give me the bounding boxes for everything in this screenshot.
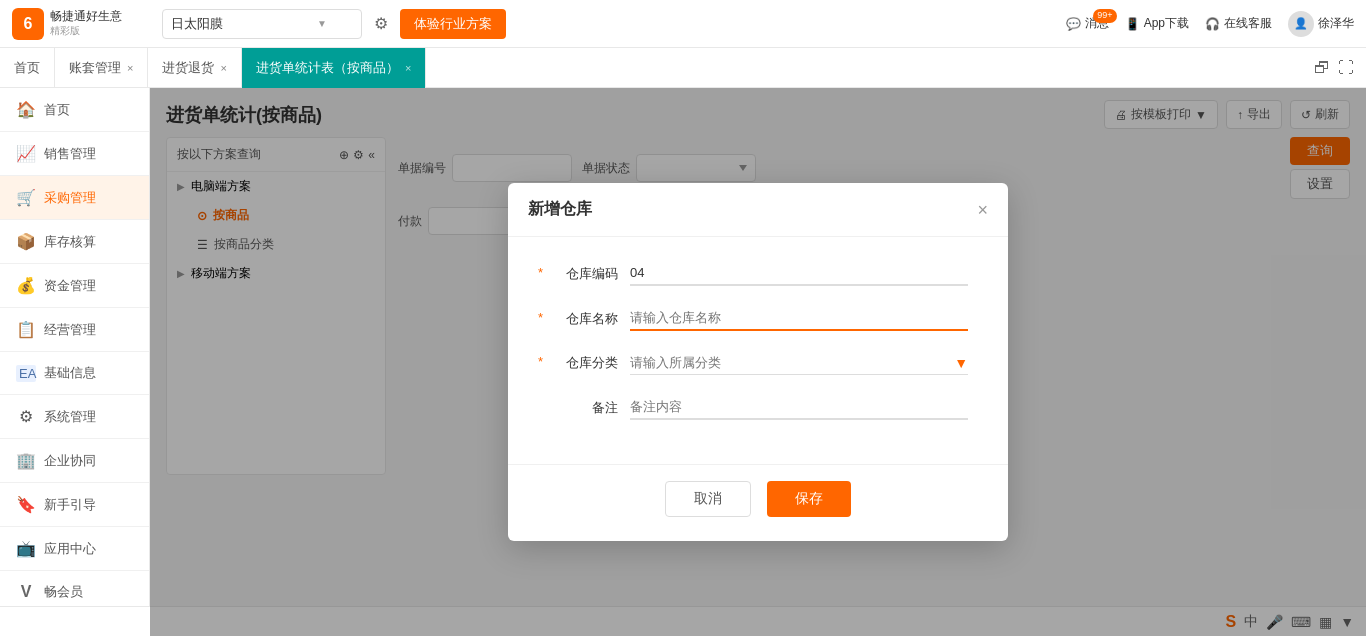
cancel-button[interactable]: 取消 bbox=[665, 481, 751, 517]
sidebar-item-home-label: 首页 bbox=[44, 101, 70, 119]
purchase-icon: 🛒 bbox=[16, 188, 36, 207]
name-label: 仓库名称 bbox=[548, 310, 618, 328]
sidebar-item-system[interactable]: ⚙ 系统管理 bbox=[0, 395, 149, 439]
sidebar-item-basic-info[interactable]: EA 基础信息 bbox=[0, 352, 149, 395]
sidebar-item-enterprise[interactable]: 🏢 企业协同 bbox=[0, 439, 149, 483]
message-icon: 💬 bbox=[1066, 17, 1081, 31]
sidebar-item-basic-info-label: 基础信息 bbox=[44, 364, 96, 382]
tab-restore-icon[interactable]: 🗗 bbox=[1314, 59, 1330, 77]
logo-area: 6 畅捷通好生意 精彩版 bbox=[12, 8, 162, 40]
remark-input[interactable] bbox=[630, 395, 968, 420]
logo-text: 畅捷通好生意 精彩版 bbox=[50, 9, 122, 39]
sidebar-item-purchase[interactable]: 🛒 采购管理 bbox=[0, 176, 149, 220]
inventory-icon: 📦 bbox=[16, 232, 36, 251]
tab-account-management[interactable]: 账套管理 × bbox=[55, 48, 148, 88]
modal-footer: 取消 保存 bbox=[508, 464, 1008, 541]
sidebar-item-inventory-label: 库存核算 bbox=[44, 233, 96, 251]
sidebar-item-finance-label: 资金管理 bbox=[44, 277, 96, 295]
tab-right-icons: 🗗 ⛶ bbox=[1314, 59, 1366, 77]
search-dropdown-icon[interactable]: ▼ bbox=[317, 18, 327, 29]
sidebar-item-membership-label: 畅会员 bbox=[44, 583, 83, 601]
category-label: 仓库分类 bbox=[548, 354, 618, 372]
sidebar-item-operations[interactable]: 📋 经营管理 bbox=[0, 308, 149, 352]
tab-purchase-return-label: 进货退货 bbox=[162, 59, 214, 77]
nav-search-box[interactable]: ▼ bbox=[162, 9, 362, 39]
content-area: 进货单统计(按商品) 🖨 按模板打印 ▼ ↑ 导出 ↺ 刷新 bbox=[150, 88, 1366, 636]
tab-purchase-stats-label: 进货单统计表（按商品） bbox=[256, 59, 399, 77]
phone-icon: 📱 bbox=[1125, 17, 1140, 31]
category-select-wrap: ▼ bbox=[630, 351, 968, 375]
online-service-nav-item[interactable]: 🎧 在线客服 bbox=[1205, 15, 1272, 32]
headset-icon: 🎧 bbox=[1205, 17, 1220, 31]
new-warehouse-modal: 新增仓库 × 仓库编码 仓库名称 仓库分类 bbox=[508, 183, 1008, 541]
sidebar: 🏠 首页 📈 销售管理 🛒 采购管理 📦 库存核算 💰 资金管理 📋 经营管理 … bbox=[0, 88, 150, 636]
settings-icon[interactable]: ⚙ bbox=[370, 10, 392, 37]
warehouse-code-input[interactable] bbox=[630, 261, 968, 286]
sidebar-item-system-label: 系统管理 bbox=[44, 408, 96, 426]
operations-icon: 📋 bbox=[16, 320, 36, 339]
sidebar-item-apps-label: 应用中心 bbox=[44, 540, 96, 558]
app-download-nav-item[interactable]: 📱 App下载 bbox=[1125, 15, 1189, 32]
modal-overlay[interactable]: 新增仓库 × 仓库编码 仓库名称 仓库分类 bbox=[150, 88, 1366, 636]
tab-bar: 首页 账套管理 × 进货退货 × 进货单统计表（按商品） × 🗗 ⛶ bbox=[0, 48, 1366, 88]
form-row-category: 仓库分类 ▼ bbox=[548, 351, 968, 375]
search-input[interactable] bbox=[171, 16, 311, 31]
close-account-tab-icon[interactable]: × bbox=[127, 62, 133, 74]
sidebar-item-finance[interactable]: 💰 资金管理 bbox=[0, 264, 149, 308]
messages-nav-item[interactable]: 💬 消息 99+ bbox=[1066, 15, 1109, 32]
guide-icon: 🔖 bbox=[16, 495, 36, 514]
enterprise-icon: 🏢 bbox=[16, 451, 36, 470]
remark-label: 备注 bbox=[548, 399, 618, 417]
user-nav-item[interactable]: 👤 徐泽华 bbox=[1288, 11, 1354, 37]
tab-fullscreen-icon[interactable]: ⛶ bbox=[1338, 59, 1354, 77]
form-row-remark: 备注 bbox=[548, 395, 968, 420]
category-input[interactable] bbox=[630, 351, 954, 374]
avatar: 👤 bbox=[1288, 11, 1314, 37]
sidebar-item-inventory[interactable]: 📦 库存核算 bbox=[0, 220, 149, 264]
apps-icon: 📺 bbox=[16, 539, 36, 558]
close-purchase-return-tab-icon[interactable]: × bbox=[220, 62, 226, 74]
tab-account-label: 账套管理 bbox=[69, 59, 121, 77]
sidebar-item-sales[interactable]: 📈 销售管理 bbox=[0, 132, 149, 176]
system-icon: ⚙ bbox=[16, 407, 36, 426]
sales-icon: 📈 bbox=[16, 144, 36, 163]
modal-title: 新增仓库 bbox=[528, 199, 592, 220]
modal-header: 新增仓库 × bbox=[508, 183, 1008, 237]
tab-home[interactable]: 首页 bbox=[0, 48, 55, 88]
basic-info-icon: EA bbox=[16, 365, 36, 382]
main-layout: 🏠 首页 📈 销售管理 🛒 采购管理 📦 库存核算 💰 资金管理 📋 经营管理 … bbox=[0, 88, 1366, 636]
sidebar-item-operations-label: 经营管理 bbox=[44, 321, 96, 339]
top-nav: 6 畅捷通好生意 精彩版 ▼ ⚙ 体验行业方案 💬 消息 99+ 📱 App下载… bbox=[0, 0, 1366, 48]
sidebar-item-guide[interactable]: 🔖 新手引导 bbox=[0, 483, 149, 527]
finance-icon: 💰 bbox=[16, 276, 36, 295]
nav-search-area: ▼ ⚙ 体验行业方案 bbox=[162, 9, 1066, 39]
home-tab-label: 首页 bbox=[14, 59, 40, 77]
sidebar-item-purchase-label: 采购管理 bbox=[44, 189, 96, 207]
sidebar-item-apps[interactable]: 📺 应用中心 bbox=[0, 527, 149, 571]
save-button[interactable]: 保存 bbox=[767, 481, 851, 517]
tab-purchase-stats[interactable]: 进货单统计表（按商品） × bbox=[242, 48, 426, 88]
close-purchase-stats-tab-icon[interactable]: × bbox=[405, 62, 411, 74]
warehouse-name-input[interactable] bbox=[630, 306, 968, 331]
sidebar-item-sales-label: 销售管理 bbox=[44, 145, 96, 163]
modal-body: 仓库编码 仓库名称 仓库分类 ▼ bbox=[508, 237, 1008, 464]
sidebar-item-guide-label: 新手引导 bbox=[44, 496, 96, 514]
nav-right: 💬 消息 99+ 📱 App下载 🎧 在线客服 👤 徐泽华 bbox=[1066, 11, 1354, 37]
modal-close-icon[interactable]: × bbox=[977, 201, 988, 219]
form-row-code: 仓库编码 bbox=[548, 261, 968, 286]
membership-icon: V bbox=[16, 583, 36, 601]
tab-purchase-return[interactable]: 进货退货 × bbox=[148, 48, 241, 88]
category-dropdown-icon[interactable]: ▼ bbox=[954, 355, 968, 371]
logo-icon: 6 bbox=[12, 8, 44, 40]
sidebar-item-enterprise-label: 企业协同 bbox=[44, 452, 96, 470]
form-row-name: 仓库名称 bbox=[548, 306, 968, 331]
trial-button[interactable]: 体验行业方案 bbox=[400, 9, 506, 39]
sidebar-item-home[interactable]: 🏠 首页 bbox=[0, 88, 149, 132]
code-label: 仓库编码 bbox=[548, 265, 618, 283]
home-icon: 🏠 bbox=[16, 100, 36, 119]
